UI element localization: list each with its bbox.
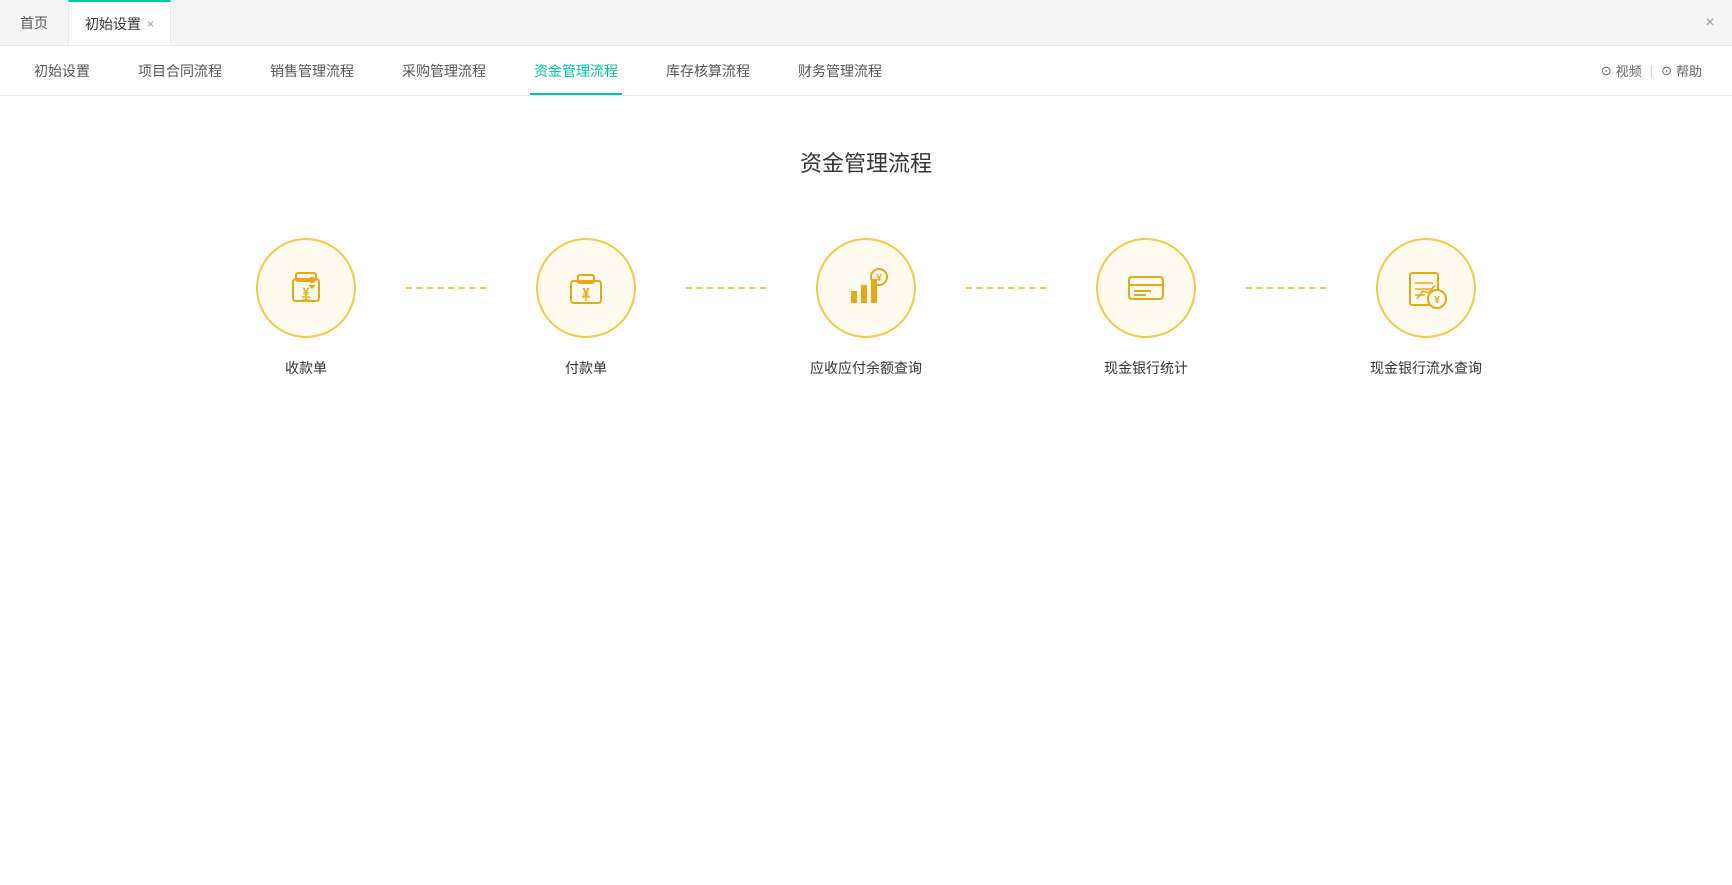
nav-item-sales-manage[interactable]: 销售管理流程 [266, 46, 358, 95]
cash-bank-stats-icon [1121, 263, 1171, 313]
svg-text:¥: ¥ [876, 273, 882, 284]
flow-item-payment: ¥ 付款单 [486, 238, 686, 378]
connector-3 [966, 287, 1046, 289]
ar-ap-icon-circle[interactable]: ¥ [816, 238, 916, 338]
connector-4 [1246, 287, 1326, 289]
payment-icon: ¥ [561, 263, 611, 313]
flow-item-receipt: ¥ 收款单 [206, 238, 406, 378]
page-title: 资金管理流程 [800, 146, 932, 178]
home-tab[interactable]: 首页 [0, 0, 68, 45]
svg-text:¥: ¥ [1434, 295, 1440, 306]
cash-bank-stats-label: 现金银行统计 [1104, 358, 1188, 378]
cash-bank-stats-icon-circle[interactable] [1096, 238, 1196, 338]
main-content: 资金管理流程 ¥ 收款单 [0, 96, 1732, 378]
nav-item-initial-setup[interactable]: 初始设置 [30, 46, 94, 95]
payment-label: 付款单 [565, 358, 607, 378]
cash-bank-flow-icon-circle[interactable]: ¥ [1376, 238, 1476, 338]
nav-item-capital-manage[interactable]: 资金管理流程 [530, 46, 622, 95]
ar-ap-label: 应收应付余额查询 [810, 358, 922, 378]
video-icon: ⊙ [1601, 63, 1612, 79]
nav-item-project-contract[interactable]: 项目合同流程 [134, 46, 226, 95]
payment-icon-circle[interactable]: ¥ [536, 238, 636, 338]
help-link[interactable]: ⊙ 帮助 [1661, 61, 1702, 80]
flow-item-ar-ap: ¥ 应收应付余额查询 [766, 238, 966, 378]
nav-items: 初始设置 项目合同流程 销售管理流程 采购管理流程 资金管理流程 库存核算流程 … [30, 46, 886, 95]
nav-separator: | [1650, 63, 1653, 78]
connector-1 [406, 287, 486, 289]
top-right-controls: × [1698, 11, 1732, 35]
video-label: 视频 [1616, 61, 1642, 80]
nav-item-purchase-manage[interactable]: 采购管理流程 [398, 46, 490, 95]
nav-item-inventory-calc[interactable]: 库存核算流程 [662, 46, 754, 95]
nav-bar: 初始设置 项目合同流程 销售管理流程 采购管理流程 资金管理流程 库存核算流程 … [0, 46, 1732, 96]
top-bar: 首页 初始设置 × × [0, 0, 1732, 46]
active-tab[interactable]: 初始设置 × [68, 0, 171, 45]
help-icon: ⊙ [1661, 63, 1672, 79]
flow-item-cash-bank-flow: ¥ 现金银行流水查询 [1326, 238, 1526, 378]
receipt-icon: ¥ [281, 263, 331, 313]
cash-bank-flow-label: 现金银行流水查询 [1370, 358, 1482, 378]
help-label: 帮助 [1676, 61, 1702, 80]
receipt-label: 收款单 [285, 358, 327, 378]
ar-ap-icon: ¥ [841, 263, 891, 313]
receipt-icon-circle[interactable]: ¥ [256, 238, 356, 338]
flow-item-cash-bank-stats: 现金银行统计 [1046, 238, 1246, 378]
window-close-button[interactable]: × [1698, 11, 1722, 35]
video-link[interactable]: ⊙ 视频 [1601, 61, 1642, 80]
nav-item-finance-manage[interactable]: 财务管理流程 [794, 46, 886, 95]
cash-bank-flow-icon: ¥ [1401, 263, 1451, 313]
nav-right: ⊙ 视频 | ⊙ 帮助 [1601, 61, 1702, 80]
connector-2 [686, 287, 766, 289]
tab-close-button[interactable]: × [147, 17, 154, 31]
active-tab-label: 初始设置 [85, 14, 141, 34]
flow-row: ¥ 收款单 ¥ [206, 238, 1526, 378]
